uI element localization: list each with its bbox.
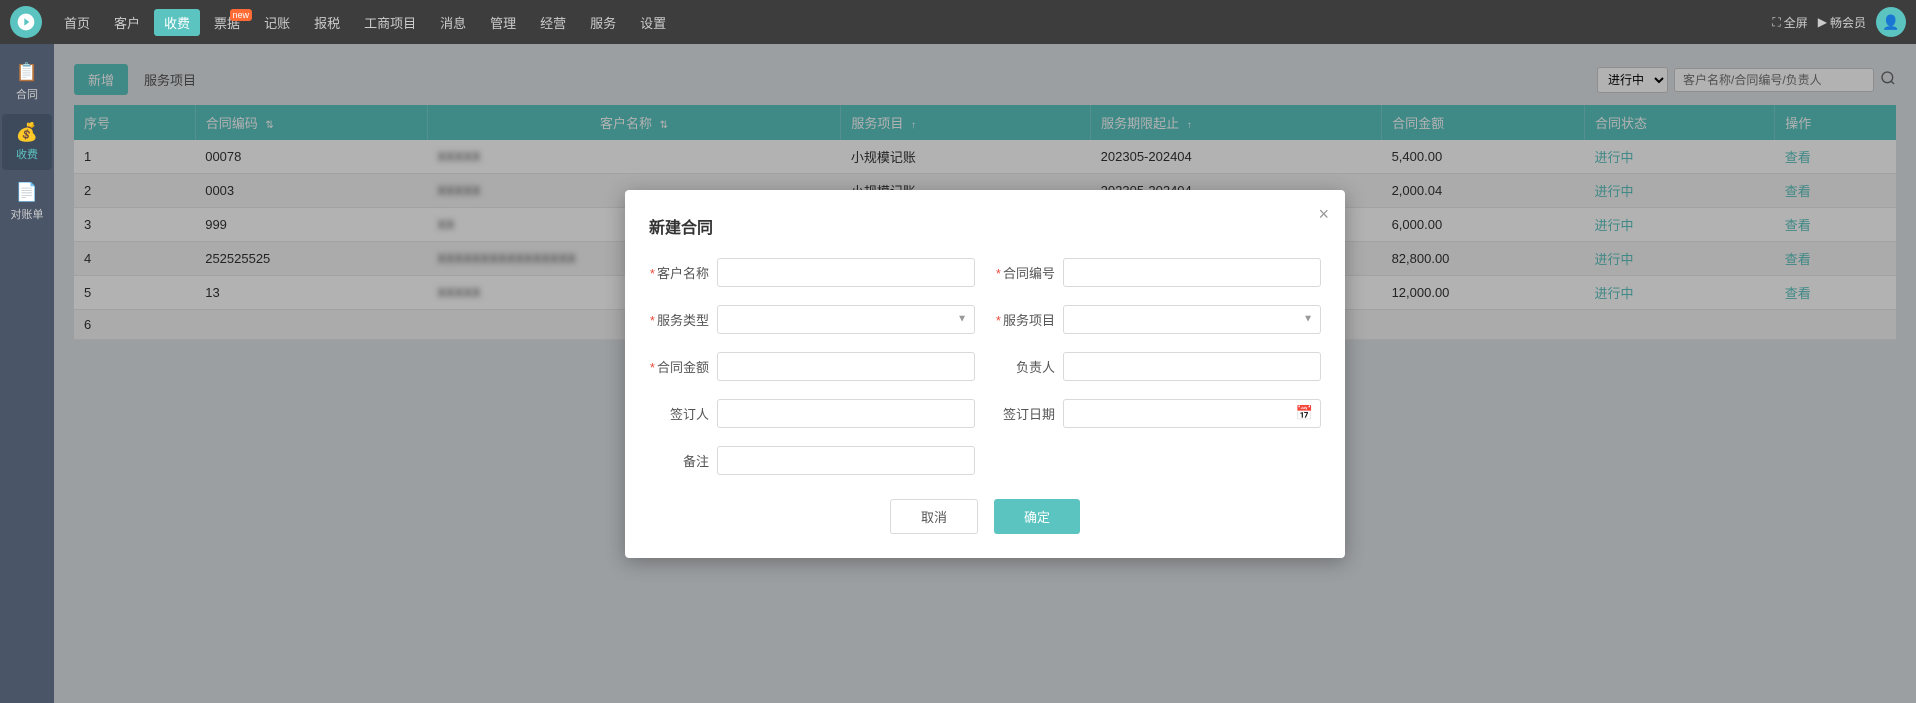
- sidebar: 📋 合同 💰 收费 📄 对账单: [0, 44, 54, 703]
- contract-no-input[interactable]: [1063, 258, 1321, 287]
- nav-manage[interactable]: 管理: [480, 9, 526, 36]
- service-type-label: *服务类型: [649, 310, 709, 329]
- customer-name-label: *客户名称: [649, 263, 709, 282]
- signer-input[interactable]: [717, 399, 975, 428]
- modal-title: 新建合同: [649, 214, 1321, 238]
- service-item-label: *服务项目: [995, 310, 1055, 329]
- fullscreen-button[interactable]: ⛶ 全屏: [1772, 14, 1807, 31]
- service-type-select-wrap: [717, 305, 975, 334]
- service-item-field: *服务项目: [995, 305, 1321, 334]
- contract-no-label: *合同编号: [995, 263, 1055, 282]
- new-contract-modal: 新建合同 × *客户名称 *合同编号: [625, 190, 1345, 558]
- person-in-charge-field: 负责人: [995, 352, 1321, 381]
- remarks-label: 备注: [649, 451, 709, 470]
- nav-tax[interactable]: 报税: [304, 9, 350, 36]
- contract-amount-field: *合同金额 0.00: [649, 352, 975, 381]
- contract-amount-label: *合同金额: [649, 357, 709, 376]
- nav-customer[interactable]: 客户: [104, 9, 150, 36]
- contract-amount-input[interactable]: 0.00: [717, 352, 975, 381]
- form-row-5: 备注: [649, 446, 1321, 475]
- main-layout: 📋 合同 💰 收费 📄 对账单 新增 服务项目 进行中 全部 已完成 已终止: [0, 44, 1916, 703]
- remarks-field: 备注: [649, 446, 975, 475]
- contract-no-field: *合同编号: [995, 258, 1321, 287]
- service-type-field: *服务类型: [649, 305, 975, 334]
- person-in-charge-label: 负责人: [995, 357, 1055, 376]
- member-icon: ▶: [1818, 15, 1827, 29]
- contract-icon: 📋: [16, 62, 38, 83]
- signer-field: 签订人: [649, 399, 975, 428]
- modal-footer: 取消 确定: [649, 499, 1321, 534]
- sidebar-item-reconciliation[interactable]: 📄 对账单: [2, 174, 52, 230]
- nav-settings[interactable]: 设置: [630, 9, 676, 36]
- sign-date-field: 签订日期 2023-06-06 📅: [995, 399, 1321, 428]
- form-row-3: *合同金额 0.00 负责人: [649, 352, 1321, 381]
- fullscreen-icon: ⛶: [1772, 15, 1780, 30]
- sign-date-input[interactable]: 2023-06-06: [1063, 399, 1321, 428]
- confirm-button[interactable]: 确定: [994, 499, 1080, 534]
- top-navigation: 首页 客户 收费 票据 new 记账 报税 工商项目 消息 管理 经营 服务 设…: [0, 0, 1916, 44]
- billing-icon: 💰: [16, 122, 38, 143]
- new-badge: new: [230, 9, 253, 21]
- content-area: 新增 服务项目 进行中 全部 已完成 已终止: [54, 44, 1916, 703]
- service-item-select[interactable]: [1063, 305, 1321, 334]
- person-in-charge-input[interactable]: [1063, 352, 1321, 381]
- nav-billing[interactable]: 收费: [154, 9, 200, 36]
- remarks-input[interactable]: [717, 446, 975, 475]
- sidebar-item-contract[interactable]: 📋 合同: [2, 54, 52, 110]
- sidebar-item-billing[interactable]: 💰 收费: [2, 114, 52, 170]
- member-button[interactable]: ▶ 畅会员: [1818, 14, 1866, 31]
- nav-business[interactable]: 工商项目: [354, 9, 426, 36]
- nav-service[interactable]: 服务: [580, 9, 626, 36]
- nav-right-area: ⛶ 全屏 ▶ 畅会员 👤: [1772, 7, 1906, 37]
- nav-message[interactable]: 消息: [430, 9, 476, 36]
- sign-date-label: 签订日期: [995, 404, 1055, 423]
- form-row-2: *服务类型 *服务项目: [649, 305, 1321, 334]
- app-logo: [10, 6, 42, 38]
- customer-name-input[interactable]: [717, 258, 975, 287]
- modal-overlay[interactable]: 新建合同 × *客户名称 *合同编号: [54, 44, 1916, 703]
- nav-invoice[interactable]: 票据 new: [204, 9, 250, 36]
- sign-date-wrap: 2023-06-06 📅: [1063, 399, 1321, 428]
- form-row-4: 签订人 签订日期 2023-06-06 📅: [649, 399, 1321, 428]
- service-type-select[interactable]: [717, 305, 975, 334]
- calendar-icon[interactable]: 📅: [1296, 405, 1313, 422]
- nav-home[interactable]: 首页: [54, 9, 100, 36]
- signer-label: 签订人: [649, 404, 709, 423]
- cancel-button[interactable]: 取消: [890, 499, 978, 534]
- reconciliation-icon: 📄: [16, 182, 38, 203]
- user-avatar[interactable]: 👤: [1876, 7, 1906, 37]
- nav-bookkeeping[interactable]: 记账: [254, 9, 300, 36]
- form-row-1: *客户名称 *合同编号: [649, 258, 1321, 287]
- modal-close-button[interactable]: ×: [1318, 204, 1329, 225]
- customer-name-field: *客户名称: [649, 258, 975, 287]
- nav-operation[interactable]: 经营: [530, 9, 576, 36]
- service-item-select-wrap: [1063, 305, 1321, 334]
